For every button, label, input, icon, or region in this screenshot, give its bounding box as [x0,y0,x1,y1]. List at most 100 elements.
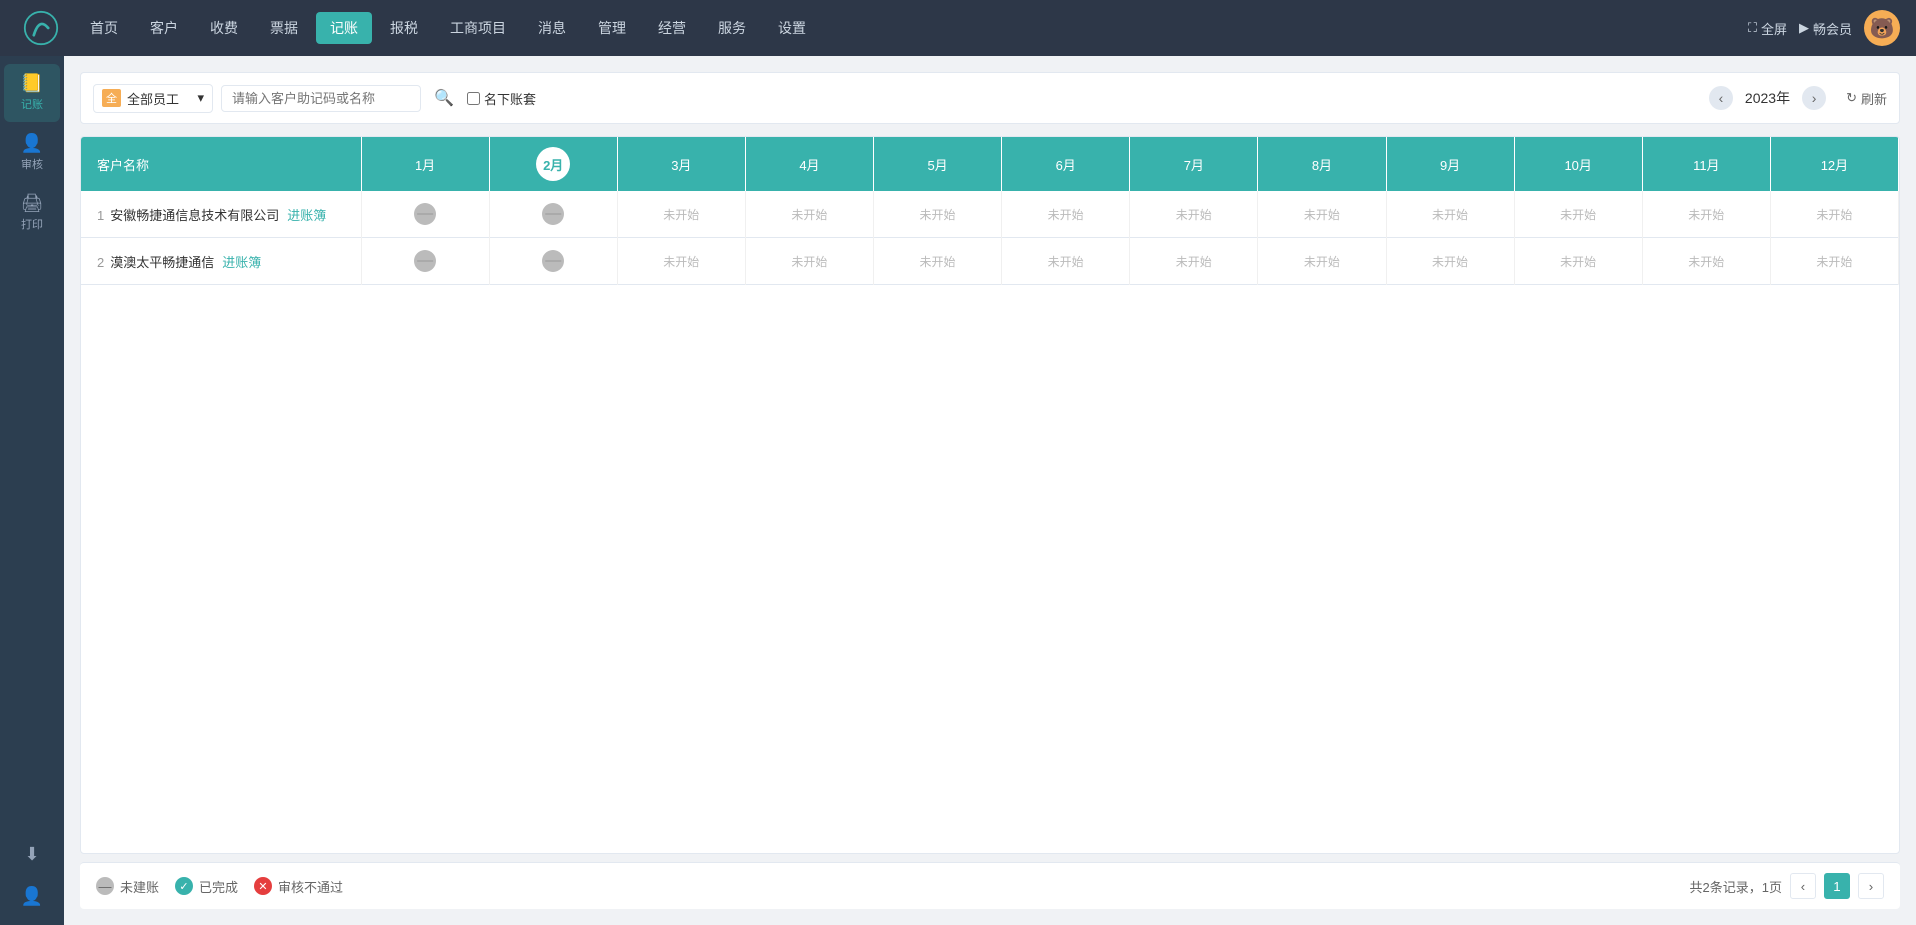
top-nav: 首页 客户 收费 票据 记账 报税 工商项目 消息 管理 经营 服务 设置 ⛶ … [0,0,1916,56]
print-icon: 🖨 [21,194,44,212]
nav-manage[interactable]: 管理 [584,12,640,44]
col-header-may: 5月 [874,137,1002,191]
sidebar-item-download[interactable]: ⬇ [4,835,60,873]
enter-ledger-link[interactable]: 进账簿 [287,208,326,223]
year-navigator: ‹ 2023年 › [1709,86,1826,110]
col-header-jun: 6月 [1002,137,1130,191]
not-started-text: 未开始 [1560,255,1596,269]
filter-tag: 全 [102,89,121,107]
legend-rejected: ✕ 审核不通过 [254,877,343,896]
month-cell-2: — [489,191,617,238]
table-container: 客户名称 1月 2月 3月 4月 5月 6月 7月 8月 9月 [80,136,1900,854]
next-page-button[interactable]: › [1858,873,1884,899]
month-cell-9: 未开始 [1386,191,1514,238]
not-started-text: 未开始 [1560,208,1596,222]
not-started-text: 未开始 [1048,208,1084,222]
logo [16,10,66,46]
month-cell-10: 未开始 [1514,238,1642,285]
member-button[interactable]: ▶ 畅会员 [1799,19,1852,38]
nav-tax[interactable]: 报税 [376,12,432,44]
search-input[interactable] [221,85,421,112]
not-started-text: 未开始 [920,208,956,222]
month-cell-3: 未开始 [617,191,745,238]
month-cell-4: 未开始 [745,191,873,238]
row-number: 2 [97,255,104,270]
refresh-icon: ↻ [1846,90,1857,106]
nav-invoice[interactable]: 票据 [256,12,312,44]
year-display: 2023年 [1745,88,1790,108]
not-started-text: 未开始 [1048,255,1084,269]
avatar[interactable]: 🐻 [1864,10,1900,46]
not-started-text: 未开始 [1304,255,1340,269]
not-started-text: 未开始 [1176,208,1212,222]
status-dot-gray: — [542,203,564,225]
nav-business[interactable]: 工商项目 [436,12,520,44]
client-cell: 2 漠澳太平畅捷通信进账簿 [81,238,361,285]
month-cell-2: — [489,238,617,285]
col-header-dec: 12月 [1770,137,1898,191]
nav-message[interactable]: 消息 [524,12,580,44]
sidebar-item-print[interactable]: 🖨 打印 [4,184,60,242]
not-started-text: 未开始 [1688,255,1724,269]
not-started-text: 未开始 [1432,208,1468,222]
bookkeeping-icon: 📒 [21,74,43,92]
month-cell-12: 未开始 [1770,191,1898,238]
audit-icon: 👤 [21,134,43,152]
page-1-button[interactable]: 1 [1824,873,1850,899]
status-dot-gray: — [542,250,564,272]
fullscreen-icon: ⛶ [1748,20,1757,36]
col-header-sep: 9月 [1386,137,1514,191]
table-scroll[interactable]: 客户名称 1月 2月 3月 4月 5月 6月 7月 8月 9月 [81,137,1899,853]
pagination: 共2条记录，1页 ‹ 1 › [1690,873,1884,899]
nav-operation[interactable]: 经营 [644,12,700,44]
month-cell-7: 未开始 [1130,191,1258,238]
employee-filter[interactable]: 全 全部员工 ▾ [93,84,213,113]
client-cell: 1安徽畅捷通信息技术有限公司进账簿 [81,191,361,238]
nav-settings[interactable]: 设置 [764,12,820,44]
account-set-checkbox[interactable] [467,92,480,105]
status-dot-gray: — [414,250,436,272]
month-cell-5: 未开始 [874,191,1002,238]
next-year-button[interactable]: › [1802,86,1826,110]
month-cell-5: 未开始 [874,238,1002,285]
month-cell-3: 未开始 [617,238,745,285]
sidebar-item-audit[interactable]: 👤 审核 [4,124,60,182]
search-button[interactable]: 🔍 [429,83,459,113]
legend-dot-gray: — [96,877,114,895]
row-number: 1 [97,208,104,223]
fullscreen-button[interactable]: ⛶ 全屏 [1748,19,1787,38]
filter-label: 全部员工 [127,89,179,108]
col-header-jan: 1月 [361,137,489,191]
play-icon: ▶ [1799,20,1809,36]
col-header-feb: 2月 [489,137,617,191]
legend-not-created: — 未建账 [96,877,159,896]
month-cell-6: 未开始 [1002,191,1130,238]
client-name: 漠澳太平畅捷通信 [110,255,214,270]
not-started-text: 未开始 [663,208,699,222]
sidebar-item-user[interactable]: 👤 [4,877,60,915]
not-started-text: 未开始 [791,208,827,222]
enter-ledger-link[interactable]: 进账簿 [222,255,261,270]
nav-client[interactable]: 客户 [136,12,192,44]
chevron-down-icon: ▾ [197,90,204,106]
sidebar-item-bookkeeping[interactable]: 📒 记账 [4,64,60,122]
refresh-button[interactable]: ↻ 刷新 [1846,89,1887,108]
prev-page-button[interactable]: ‹ [1790,873,1816,899]
table-row: 1安徽畅捷通信息技术有限公司进账簿——未开始未开始未开始未开始未开始未开始未开始… [81,191,1899,238]
nav-bookkeeping[interactable]: 记账 [316,12,372,44]
col-header-apr: 4月 [745,137,873,191]
not-started-text: 未开始 [920,255,956,269]
user-icon: 👤 [21,887,43,905]
nav-service[interactable]: 服务 [704,12,760,44]
table-row: 2漠澳太平畅捷通信进账簿——未开始未开始未开始未开始未开始未开始未开始未开始未开… [81,238,1899,285]
nav-fee[interactable]: 收费 [196,12,252,44]
account-set-checkbox-label[interactable]: 名下账套 [467,89,536,108]
legend-dot-teal: ✓ [175,877,193,895]
col-header-oct: 10月 [1514,137,1642,191]
content: 全 全部员工 ▾ 🔍 名下账套 ‹ 2023年 › ↻ 刷新 [64,56,1916,925]
not-started-text: 未开始 [663,255,699,269]
nav-home[interactable]: 首页 [76,12,132,44]
not-started-text: 未开始 [1816,208,1852,222]
col-header-jul: 7月 [1130,137,1258,191]
prev-year-button[interactable]: ‹ [1709,86,1733,110]
